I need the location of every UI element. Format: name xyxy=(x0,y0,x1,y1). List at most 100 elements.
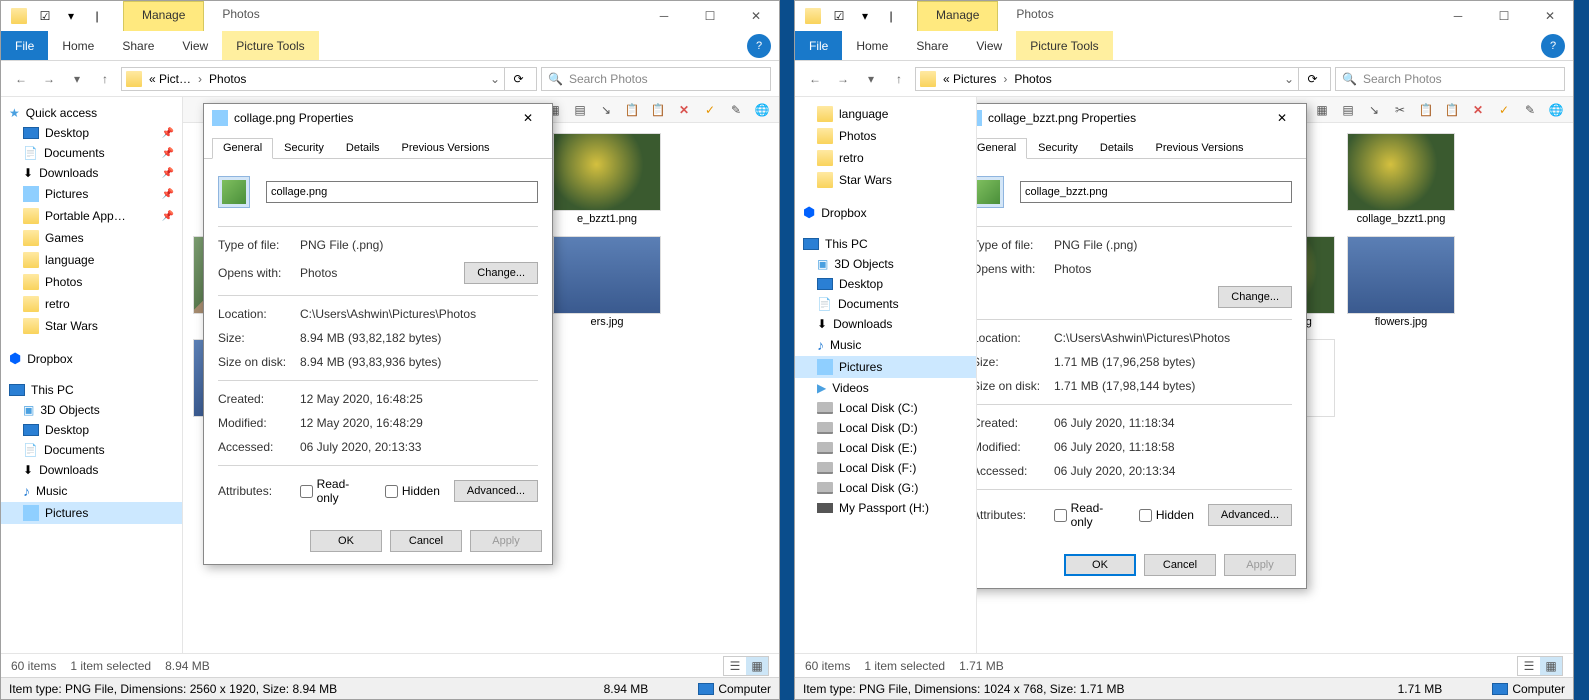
breadcrumb-segment[interactable]: « Pictures xyxy=(940,72,999,86)
dialog-close-button[interactable]: ✕ xyxy=(512,106,544,130)
sidebar-item-star-wars[interactable]: Star Wars xyxy=(1,315,182,337)
sidebar-item-documents[interactable]: 📄Documents xyxy=(1,440,182,460)
sidebar-item-desktop[interactable]: Desktop xyxy=(1,420,182,440)
sidebar-item-documents[interactable]: 📄Documents xyxy=(795,294,976,314)
chevron-right-icon[interactable]: › xyxy=(1003,72,1007,86)
sidebar-item-retro[interactable]: retro xyxy=(795,147,976,169)
tab-view[interactable]: View xyxy=(962,31,1016,60)
dialog-title-bar[interactable]: collage.png Properties ✕ xyxy=(204,104,552,132)
globe-icon[interactable]: 🌐 xyxy=(1545,100,1567,120)
history-dropdown-icon[interactable]: ▾ xyxy=(65,67,89,91)
maximize-button[interactable]: ☐ xyxy=(687,2,733,30)
tab-file[interactable]: File xyxy=(1,31,48,60)
manage-contextual-tab[interactable]: Manage xyxy=(123,1,204,31)
help-icon[interactable]: ? xyxy=(747,34,771,58)
properties-icon[interactable]: ☑ xyxy=(33,4,57,28)
file-item[interactable]: flowers.jpg xyxy=(1343,236,1459,329)
readonly-checkbox[interactable]: Read-only xyxy=(300,477,371,505)
sidebar-item-games[interactable]: Games xyxy=(1,227,182,249)
advanced-button[interactable]: Advanced... xyxy=(454,480,538,502)
back-button[interactable]: ← xyxy=(803,67,827,91)
view-toggle[interactable]: ☰▦ xyxy=(723,656,769,676)
qat-dropdown-icon[interactable]: ▾ xyxy=(59,4,83,28)
sidebar-item-downloads[interactable]: ⬇Downloads xyxy=(1,460,182,480)
sidebar-item-music[interactable]: ♪Music xyxy=(1,480,182,502)
sidebar-group-dropbox[interactable]: ⬢Dropbox xyxy=(1,347,182,370)
forward-button[interactable]: → xyxy=(37,67,61,91)
globe-icon[interactable]: 🌐 xyxy=(751,100,773,120)
change-button[interactable]: Change... xyxy=(464,262,538,284)
breadcrumb-segment[interactable]: « Pict… xyxy=(146,72,194,86)
sidebar-item-3d-objects[interactable]: ▣3D Objects xyxy=(1,400,182,420)
sidebar-item-local-disk-g[interactable]: Local Disk (G:) xyxy=(795,478,976,498)
file-item[interactable]: e_bzzt1.png xyxy=(549,133,665,226)
address-bar[interactable]: « Pictures › Photos ⌄ ⟳ xyxy=(915,67,1331,91)
sidebar-item-local-disk-c[interactable]: Local Disk (C:) xyxy=(795,398,976,418)
sidebar-item-pictures[interactable]: Pictures xyxy=(795,356,976,378)
minimize-button[interactable]: ─ xyxy=(1435,2,1481,30)
readonly-checkbox[interactable]: Read-only xyxy=(1054,501,1125,529)
sidebar-group-this-pc[interactable]: This PC xyxy=(1,380,182,400)
sidebar-item-star-wars[interactable]: Star Wars xyxy=(795,169,976,191)
tab-details[interactable]: Details xyxy=(335,138,391,158)
help-icon[interactable]: ? xyxy=(1541,34,1565,58)
sidebar-item-pictures[interactable]: Pictures xyxy=(1,502,182,524)
minimize-button[interactable]: ─ xyxy=(641,2,687,30)
tab-previous-versions[interactable]: Previous Versions xyxy=(1145,138,1255,158)
up-button[interactable]: ↑ xyxy=(93,67,117,91)
forward-button[interactable]: → xyxy=(831,67,855,91)
cancel-button[interactable]: Cancel xyxy=(390,530,462,552)
tab-picture-tools[interactable]: Picture Tools xyxy=(222,31,318,60)
sidebar-group-this-pc[interactable]: This PC xyxy=(795,234,976,254)
dialog-close-button[interactable]: ✕ xyxy=(1266,106,1298,130)
close-button[interactable]: ✕ xyxy=(733,2,779,30)
sidebar-item-photos[interactable]: Photos xyxy=(795,125,976,147)
advanced-button[interactable]: Advanced... xyxy=(1208,504,1292,526)
view-toggle[interactable]: ☰▦ xyxy=(1517,656,1563,676)
tab-share[interactable]: Share xyxy=(108,31,168,60)
manage-contextual-tab[interactable]: Manage xyxy=(917,1,998,31)
sidebar-group-dropbox[interactable]: ⬢Dropbox xyxy=(795,201,976,224)
hidden-checkbox[interactable]: Hidden xyxy=(385,484,440,498)
sidebar-item-pictures[interactable]: Pictures📌 xyxy=(1,183,182,205)
tab-picture-tools[interactable]: Picture Tools xyxy=(1016,31,1112,60)
back-button[interactable]: ← xyxy=(9,67,33,91)
sort-icon[interactable]: ▤ xyxy=(1337,100,1359,120)
ok-button[interactable]: OK xyxy=(1064,554,1136,576)
tab-home[interactable]: Home xyxy=(842,31,902,60)
sidebar-item-my-passport[interactable]: My Passport (H:) xyxy=(795,498,976,518)
hidden-checkbox[interactable]: Hidden xyxy=(1139,508,1194,522)
file-item[interactable]: ers.jpg xyxy=(549,236,665,329)
file-item[interactable]: collage_bzzt1.png xyxy=(1343,133,1459,226)
filename-input[interactable] xyxy=(266,181,538,203)
sidebar-item-local-disk-d[interactable]: Local Disk (D:) xyxy=(795,418,976,438)
apply-button[interactable]: Apply xyxy=(470,530,542,552)
sidebar-item-photos[interactable]: Photos xyxy=(1,271,182,293)
paste-icon[interactable]: 📋 xyxy=(1441,100,1463,120)
arrow-icon[interactable]: ↘ xyxy=(1363,100,1385,120)
sidebar-item-local-disk-f[interactable]: Local Disk (F:) xyxy=(795,458,976,478)
properties-icon[interactable]: ☑ xyxy=(827,4,851,28)
breadcrumb-segment[interactable]: Photos xyxy=(206,72,249,86)
sidebar-item-language[interactable]: language xyxy=(1,249,182,271)
tab-general[interactable]: General xyxy=(977,138,1027,159)
sort-icon[interactable]: ▤ xyxy=(569,100,591,120)
apply-button[interactable]: Apply xyxy=(1224,554,1296,576)
refresh-button[interactable]: ⟳ xyxy=(1298,67,1326,91)
change-button[interactable]: Change... xyxy=(1218,286,1292,308)
view-mode-icon[interactable]: ▦ xyxy=(1311,100,1333,120)
history-dropdown-icon[interactable]: ▾ xyxy=(859,67,883,91)
rename-icon[interactable]: ✎ xyxy=(1519,100,1541,120)
cut-icon[interactable]: ✂ xyxy=(1389,100,1411,120)
check-icon[interactable]: ✓ xyxy=(699,100,721,120)
sidebar-item-music[interactable]: ♪Music xyxy=(795,334,976,356)
sidebar-item-language[interactable]: language xyxy=(795,103,976,125)
address-bar[interactable]: « Pict… › Photos ⌄ ⟳ xyxy=(121,67,537,91)
sidebar-item-local-disk-e[interactable]: Local Disk (E:) xyxy=(795,438,976,458)
tab-details[interactable]: Details xyxy=(1089,138,1145,158)
tab-view[interactable]: View xyxy=(168,31,222,60)
chevron-right-icon[interactable]: › xyxy=(198,72,202,86)
check-icon[interactable]: ✓ xyxy=(1493,100,1515,120)
tab-security[interactable]: Security xyxy=(273,138,335,158)
tab-security[interactable]: Security xyxy=(1027,138,1089,158)
